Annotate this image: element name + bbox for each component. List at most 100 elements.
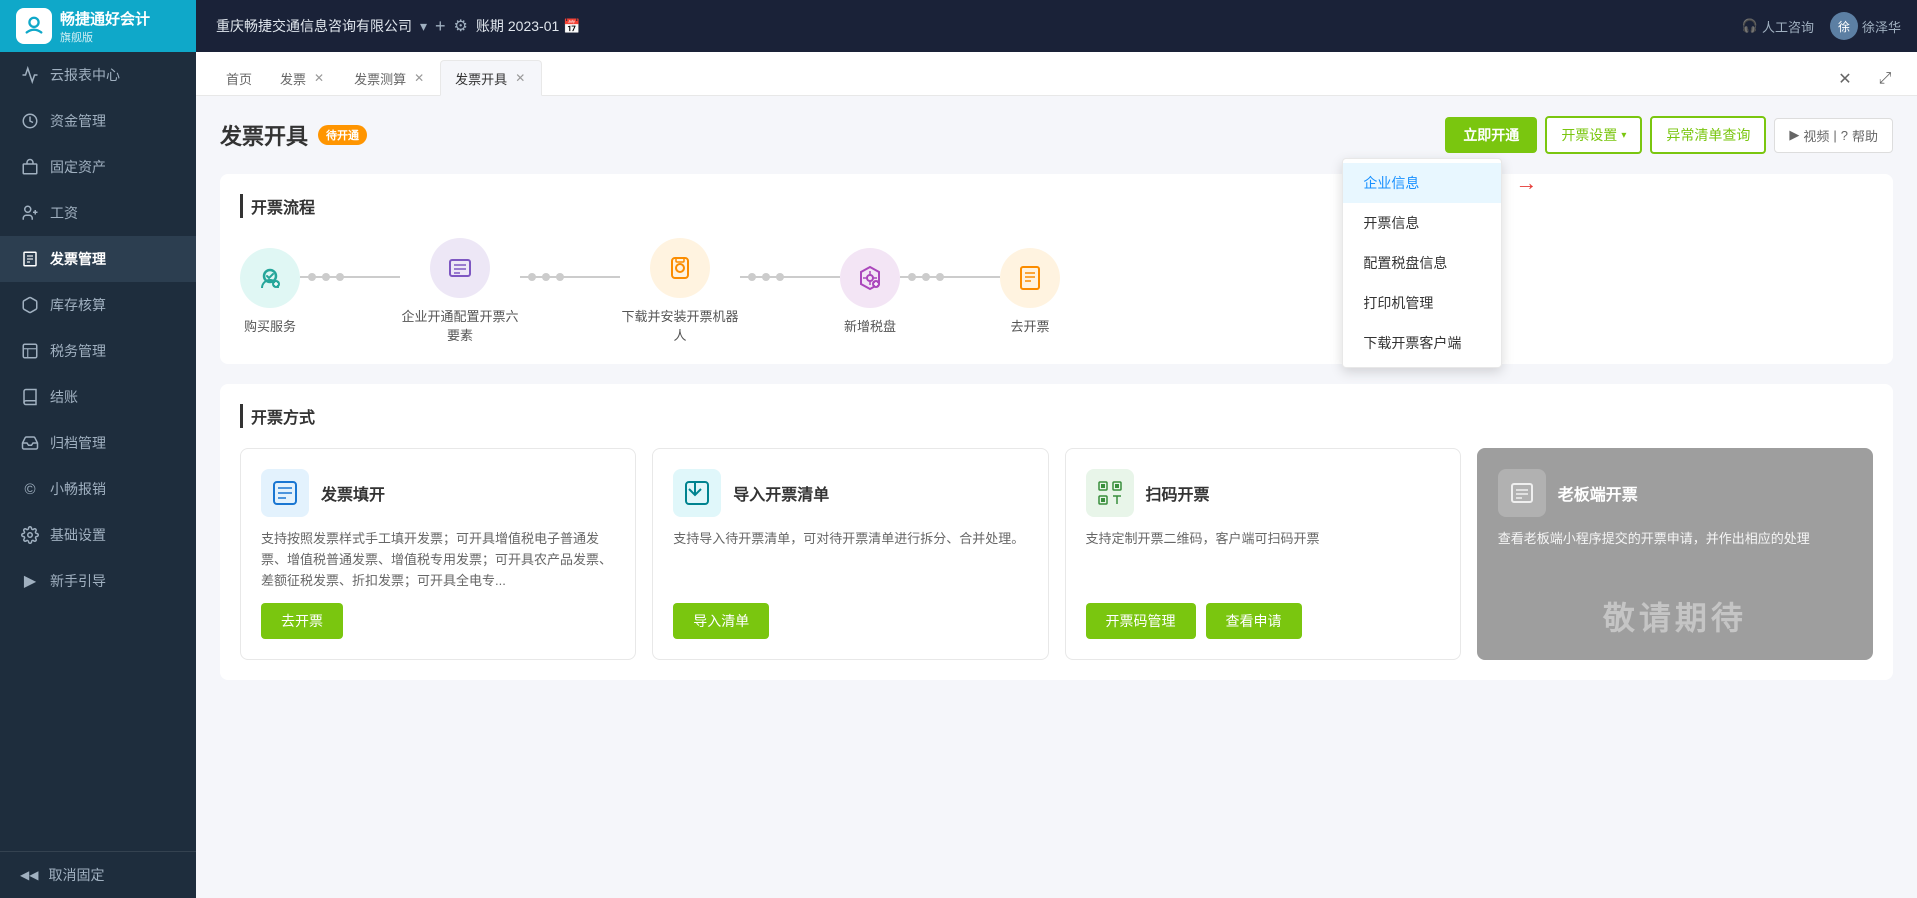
import-header: 导入开票清单 [673, 469, 1027, 517]
main-layout: 云报表中心 资金管理 固定资产 [0, 52, 1917, 898]
settings-btn-label: 开票设置 [1561, 125, 1617, 145]
sidebar-item-guidang[interactable]: 归档管理 [0, 420, 196, 466]
tab-fapiaocesuan-label: 发票测算 [354, 69, 406, 88]
badge-pending: 待开通 [318, 125, 367, 145]
scan-desc: 支持定制开票二维码，客户端可扫码开票 [1086, 529, 1440, 550]
logo-icon [16, 8, 52, 44]
sidebar-item-kucun[interactable]: 库存核算 [0, 282, 196, 328]
sidebar-item-gudingzichan[interactable]: 固定资产 [0, 144, 196, 190]
xinyinyindao-icon: ▶ [20, 571, 40, 591]
fapiao-icon [20, 249, 40, 269]
red-arrow-icon: → [1515, 170, 1537, 196]
overlay-pending: 敬请期待 [1478, 593, 1872, 639]
headset-icon: 🎧 [1742, 18, 1758, 34]
flow-line-1 [300, 276, 400, 278]
import-title: 导入开票清单 [733, 481, 829, 505]
dropdown-item-dayinji[interactable]: 打印机管理 [1343, 283, 1501, 323]
tab-fapiaocesuan[interactable]: 发票测算 ✕ [340, 60, 440, 96]
settings-icon[interactable]: ⚙ [454, 16, 468, 36]
dropdown-item-xiazaike[interactable]: 下载开票客户端 [1343, 323, 1501, 363]
page-header: 发票开具 待开通 立即开通 开票设置 ▾ [220, 116, 1893, 154]
tab-fapiaokaiju-label: 发票开具 [455, 69, 507, 88]
sidebar-label-shuiwu: 税务管理 [50, 341, 106, 361]
sidebar-item-cancel-fixed[interactable]: ◀◀ 取消固定 [0, 852, 196, 898]
open-btn[interactable]: 立即开通 [1445, 117, 1537, 153]
tab-fapiaokaiju[interactable]: 发票开具 ✕ [440, 60, 542, 96]
dropdown-item-kaipiaoinfo[interactable]: 开票信息 [1343, 203, 1501, 243]
tab-fapiao[interactable]: 发票 ✕ [266, 60, 340, 96]
step1-label: 购买服务 [244, 316, 296, 335]
flow-step-2: 企业开通配置开票六要素 [400, 238, 520, 344]
top-bar-right: 🎧 人工咨询 徐 徐泽华 [1742, 12, 1901, 40]
flow-step-5: 去开票 [1000, 248, 1060, 335]
fill-desc: 支持按照发票样式手工填开发票；可开具增值税电子普通发票、增值税普通发票、增值税专… [261, 529, 615, 591]
flow-section: 开票流程 [220, 174, 1893, 364]
sidebar-item-gongzi[interactable]: 工资 [0, 190, 196, 236]
sidebar-item-yunbao[interactable]: 云报表中心 [0, 52, 196, 98]
page-title-area: 发票开具 待开通 [220, 119, 367, 151]
tab-home[interactable]: 首页 [212, 60, 266, 96]
gongzi-icon [20, 203, 40, 223]
fill-title: 发票填开 [321, 481, 385, 505]
sidebar-item-zijin[interactable]: 资金管理 [0, 98, 196, 144]
video-help-btn[interactable]: ▶ 视频 | ? 帮助 [1774, 118, 1893, 153]
method-card-import: 导入开票清单 支持导入待开票清单，可对待开票清单进行拆分、合并处理。 导入清单 [652, 448, 1048, 660]
sidebar-item-xinyinyindao[interactable]: ▶ 新手引导 [0, 558, 196, 604]
tab-fapiaocesuan-close[interactable]: ✕ [412, 69, 426, 87]
settings-caret: ▾ [1621, 130, 1626, 141]
tab-home-label: 首页 [226, 69, 252, 88]
methods-title: 开票方式 [240, 404, 1873, 428]
boss-title: 老板端开票 [1558, 481, 1638, 505]
settings-dropdown: 企业信息 → 开票信息 配置税盘信息 打印机管理 [1342, 158, 1502, 368]
method-card-fill: 发票填开 支持按照发票样式手工填开发票；可开具增值税电子普通发票、增值税普通发票… [240, 448, 636, 660]
sidebar-item-shuiwu[interactable]: 税务管理 [0, 328, 196, 374]
page-title-text: 发票开具 [220, 119, 308, 151]
fill-header: 发票填开 [261, 469, 615, 517]
logo-title: 畅捷通好会计 [60, 8, 150, 29]
sidebar-label-kucun: 库存核算 [50, 295, 106, 315]
sidebar-label-gudingzichan: 固定资产 [50, 157, 106, 177]
header-actions: 立即开通 开票设置 ▾ 企业信息 → [1445, 116, 1893, 154]
maximize-btn[interactable]: ⤢ [1869, 63, 1901, 95]
sidebar-item-xiaochangbaoxiao[interactable]: © 小畅报销 [0, 466, 196, 512]
sidebar-item-jichushezhi[interactable]: 基础设置 [0, 512, 196, 558]
sidebar-label-jichushezhi: 基础设置 [50, 525, 106, 545]
gudingzichan-icon [20, 157, 40, 177]
tab-fapiao-close[interactable]: ✕ [312, 69, 326, 87]
scan-code-btn[interactable]: 开票码管理 [1086, 603, 1196, 639]
scan-title: 扫码开票 [1146, 481, 1210, 505]
sidebar-item-fapiao[interactable]: 发票管理 [0, 236, 196, 282]
dot3 [336, 273, 344, 281]
consult-btn[interactable]: 🎧 人工咨询 [1742, 17, 1814, 36]
dropdown-item-qiyexinxi[interactable]: 企业信息 → [1343, 163, 1501, 203]
jichushezhi-icon [20, 525, 40, 545]
step2-label: 企业开通配置开票六要素 [400, 306, 520, 344]
top-bar-middle: 重庆畅捷交通信息咨询有限公司 ▾ + ⚙ 账期 2023-01 📅 [208, 16, 1730, 37]
abnormal-btn[interactable]: 异常清单查询 [1650, 116, 1766, 154]
tab-bar: 首页 发票 ✕ 发票测算 ✕ 发票开具 ✕ ✕ ⤢ [196, 52, 1917, 96]
dropdown-item-peizhishuipan[interactable]: 配置税盘信息 [1343, 243, 1501, 283]
close-window-btn[interactable]: ✕ [1829, 63, 1861, 95]
tab-bar-actions: ✕ ⤢ [1829, 63, 1901, 95]
import-btn[interactable]: 导入清单 [673, 603, 769, 639]
video-label: 视频 [1803, 126, 1829, 145]
step1-circle [240, 248, 300, 308]
sidebar-item-jiezhang[interactable]: 结账 [0, 374, 196, 420]
sidebar-label-fapiao: 发票管理 [50, 249, 106, 269]
settings-btn[interactable]: 开票设置 ▾ [1545, 116, 1642, 154]
scan-apply-btn[interactable]: 查看申请 [1206, 603, 1302, 639]
calendar-icon[interactable]: 📅 [563, 18, 580, 35]
fill-go-btn[interactable]: 去开票 [261, 603, 343, 639]
xiaochangbaoxiao-icon: © [20, 479, 40, 499]
period-info: 账期 2023-01 📅 [476, 16, 581, 36]
company-name: 重庆畅捷交通信息咨询有限公司 [216, 16, 412, 36]
dropdown-arrow-icon[interactable]: ▾ [420, 18, 427, 35]
page-content: 发票开具 待开通 立即开通 开票设置 ▾ [196, 96, 1917, 898]
scan-btns: 开票码管理 查看申请 [1086, 603, 1440, 639]
add-company-btn[interactable]: + [435, 16, 446, 37]
user-btn[interactable]: 徐 徐泽华 [1830, 12, 1901, 40]
logo-sub: 旗舰版 [60, 29, 150, 45]
tab-fapiaokaiju-close[interactable]: ✕ [513, 69, 527, 87]
settings-dropdown-container: 开票设置 ▾ 企业信息 → 开票信息 [1545, 116, 1642, 154]
logo-area: 畅捷通好会计 旗舰版 [0, 0, 196, 52]
